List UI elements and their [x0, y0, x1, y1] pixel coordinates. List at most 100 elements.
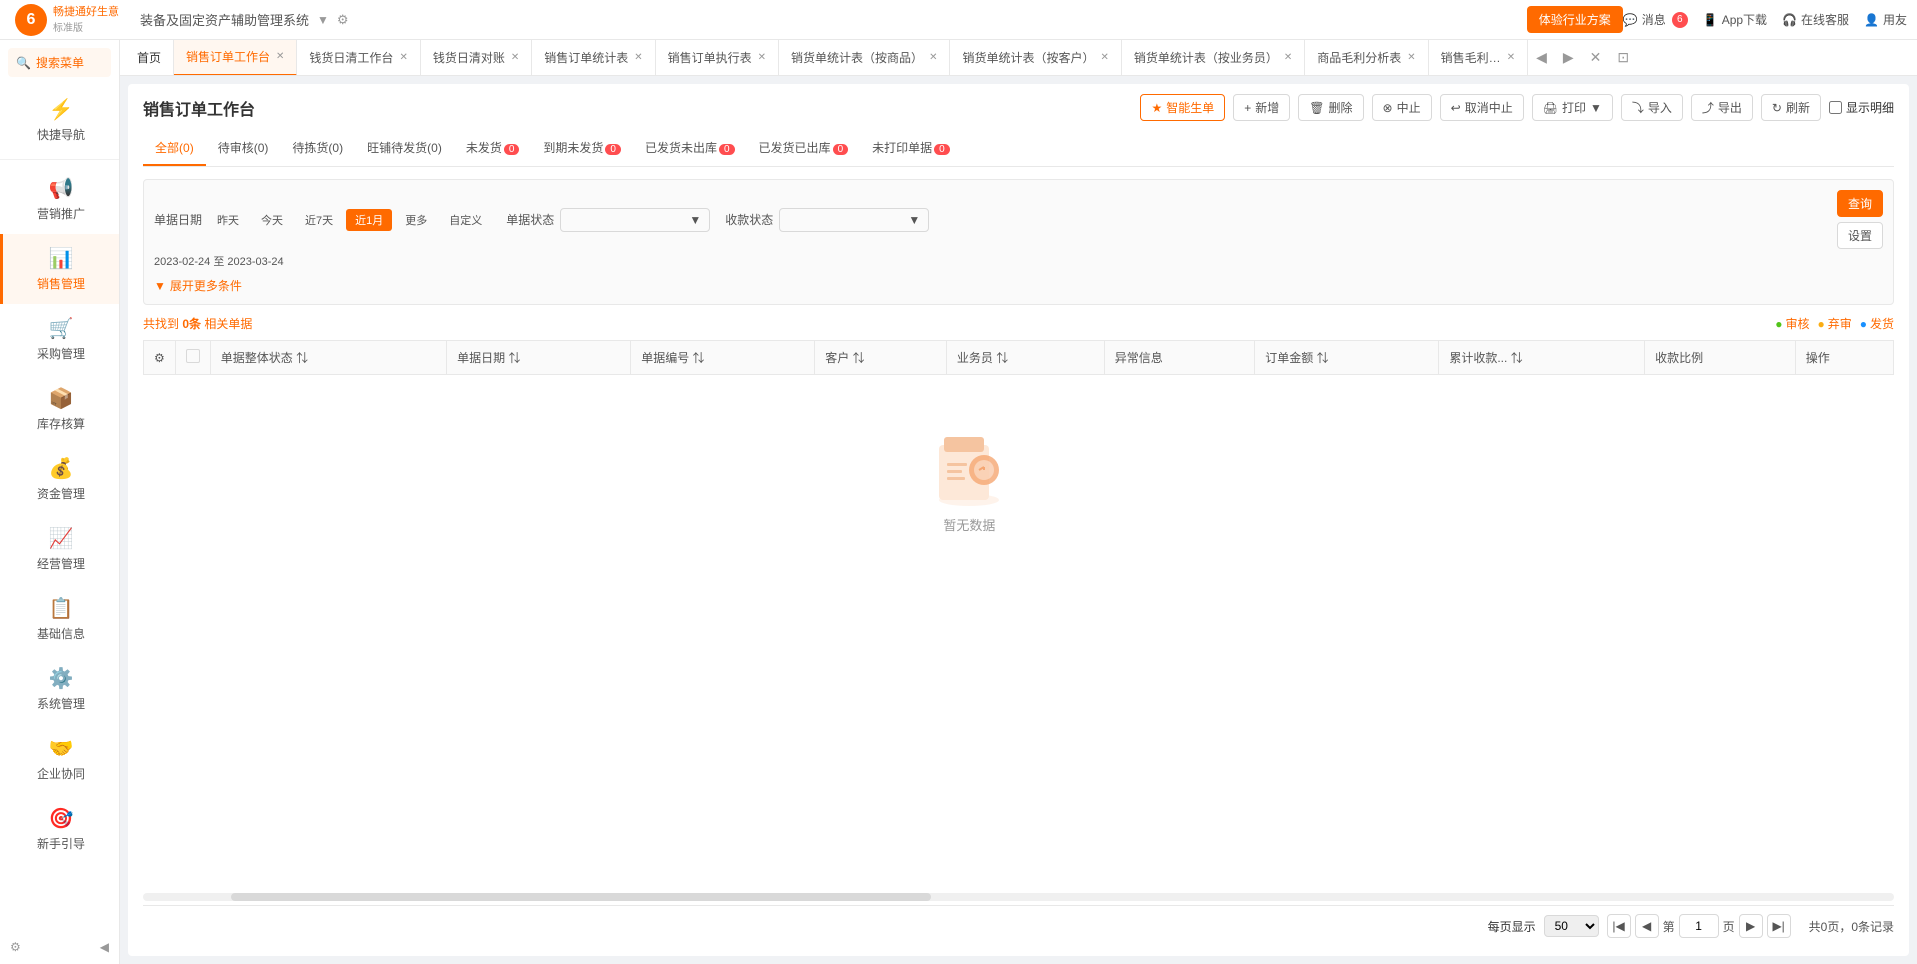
filter-tab-pending-audit[interactable]: 待审核(0) — [206, 131, 281, 166]
filter-tab-pending-pick[interactable]: 待拣货(0) — [280, 131, 355, 166]
tab-salesman-stat[interactable]: 销货单统计表（按业务员） ✕ — [1122, 40, 1305, 76]
sort-icon[interactable]: ⇅ — [996, 351, 1008, 365]
page-prev-btn[interactable]: ◀ — [1635, 914, 1659, 938]
tab-close-icon[interactable]: ✕ — [511, 52, 519, 63]
sidebar-item-marketing[interactable]: 📢 营销推广 — [0, 164, 119, 234]
sidebar-item-label: 系统管理 — [37, 695, 85, 712]
col-checkbox[interactable] — [175, 341, 210, 375]
payment-select[interactable]: ▼ — [779, 208, 929, 232]
tab-close-icon[interactable]: ✕ — [758, 52, 766, 63]
sidebar-item-finance[interactable]: 💰 资金管理 — [0, 444, 119, 514]
page-last-btn[interactable]: ▶| — [1767, 914, 1791, 938]
sidebar-item-business[interactable]: 📈 经营管理 — [0, 514, 119, 584]
stop-btn[interactable]: ⊗ 中止 — [1372, 94, 1432, 121]
experience-btn[interactable]: 体验行业方案 — [1527, 6, 1623, 33]
sort-icon[interactable]: ⇅ — [1317, 351, 1329, 365]
app-download-btn[interactable]: 📱 App下载 — [1703, 11, 1767, 28]
filter-tab-all[interactable]: 全部(0) — [143, 131, 206, 166]
title-dropdown-arrow[interactable]: ▼ — [317, 13, 329, 27]
tab-close-icon[interactable]: ✕ — [1407, 52, 1415, 63]
filter-tab-shipped-no-out[interactable]: 已发货未出库0 — [633, 131, 747, 166]
sort-icon[interactable]: ⇅ — [853, 351, 865, 365]
filter-tab-unshipped[interactable]: 未发货0 — [454, 131, 532, 166]
select-all-checkbox[interactable] — [186, 349, 200, 363]
settings-icon[interactable]: ⚙ — [337, 12, 349, 28]
tab-daily-reconcile[interactable]: 钱货日清对账 ✕ — [421, 40, 532, 76]
tab-sales-order[interactable]: 销售订单工作台 ✕ — [174, 40, 297, 76]
query-btn[interactable]: 查询 — [1837, 190, 1883, 217]
tab-sales-margin[interactable]: 销售毛利… ✕ — [1429, 40, 1528, 76]
date-btn-1month[interactable]: 近1月 — [346, 209, 392, 231]
message-btn[interactable]: 💬 消息 6 — [1623, 11, 1688, 28]
sort-icon[interactable]: ⇅ — [509, 351, 521, 365]
page-size-select[interactable]: 50 100 200 — [1544, 915, 1599, 937]
filter-tab-shop-pending[interactable]: 旺铺待发货(0) — [355, 131, 454, 166]
tab-close-icon[interactable]: ✕ — [1507, 52, 1515, 63]
tab-sales-stat[interactable]: 销售订单统计表 ✕ — [532, 40, 655, 76]
page-first-btn[interactable]: |◀ — [1607, 914, 1631, 938]
tab-daily-clear[interactable]: 钱货日清工作台 ✕ — [297, 40, 420, 76]
tab-goods-stat[interactable]: 销货单统计表（按商品） ✕ — [779, 40, 950, 76]
tab-home[interactable]: 首页 — [125, 40, 174, 76]
page-number-input[interactable] — [1679, 914, 1719, 938]
date-btn-yesterday[interactable]: 昨天 — [208, 209, 248, 231]
sidebar-item-system[interactable]: ⚙️ 系统管理 — [0, 654, 119, 724]
date-btn-more[interactable]: 更多 — [396, 209, 436, 231]
tab-close-icon[interactable]: ✕ — [1284, 52, 1292, 63]
refresh-btn[interactable]: ↻ 刷新 — [1761, 94, 1821, 121]
tab-close-icon[interactable]: ✕ — [929, 52, 937, 63]
tab-close-icon[interactable]: ✕ — [1100, 52, 1108, 63]
page-suffix: 页 — [1723, 918, 1735, 935]
import-btn[interactable]: ⤵ 导入 — [1621, 94, 1683, 121]
sidebar-item-sales[interactable]: 📊 销售管理 — [0, 234, 119, 304]
date-btn-custom[interactable]: 自定义 — [440, 209, 491, 231]
settings-filter-btn[interactable]: 设置 — [1837, 222, 1883, 249]
sidebar-item-inventory[interactable]: 📦 库存核算 — [0, 374, 119, 444]
smart-create-btn[interactable]: ★ 智能生单 — [1140, 94, 1225, 121]
tab-sales-exec[interactable]: 销售订单执行表 ✕ — [656, 40, 779, 76]
filter-tab-shipped-out[interactable]: 已发货已出库0 — [747, 131, 861, 166]
tab-close-icon[interactable]: ✕ — [399, 52, 407, 63]
user-btn[interactable]: 👤 用友 — [1864, 11, 1907, 28]
tab-close-all-btn[interactable]: ✕ — [1582, 49, 1610, 66]
page-next-btn[interactable]: ▶ — [1739, 914, 1763, 938]
filter-tab-overdue-unshipped[interactable]: 到期未发货0 — [531, 131, 633, 166]
status-select[interactable]: ▼ — [560, 208, 710, 232]
sidebar-item-enterprise[interactable]: 🤝 企业协同 — [0, 724, 119, 794]
sidebar-item-quick-nav[interactable]: ⚡ 快捷导航 — [0, 85, 119, 155]
sidebar-collapse-icon[interactable]: ◀ — [100, 940, 109, 954]
sidebar-item-purchase[interactable]: 🛒 采购管理 — [0, 304, 119, 374]
date-btn-today[interactable]: 今天 — [252, 209, 292, 231]
tab-customer-stat[interactable]: 销货单统计表（按客户） ✕ — [950, 40, 1121, 76]
search-menu-btn[interactable]: 🔍 搜索菜单 — [8, 48, 111, 77]
cancel-stop-btn[interactable]: ↩ 取消中止 — [1440, 94, 1524, 121]
print-btn[interactable]: 🖨 打印 ▼ — [1532, 94, 1613, 121]
sort-icon[interactable]: ⇅ — [296, 351, 308, 365]
show-detail-checkbox[interactable] — [1829, 101, 1842, 114]
audit-action-btn[interactable]: ● 审核 — [1775, 315, 1809, 332]
sidebar-item-newbie[interactable]: 🎯 新手引导 — [0, 794, 119, 864]
sort-icon[interactable]: ⇅ — [693, 351, 705, 365]
tab-fullscreen-btn[interactable]: ⊡ — [1609, 49, 1637, 66]
tab-margin-analysis[interactable]: 商品毛利分析表 ✕ — [1305, 40, 1428, 76]
tab-next-btn[interactable]: ▶ — [1555, 49, 1582, 66]
date-btn-7days[interactable]: 近7天 — [296, 209, 342, 231]
unaudit-action-btn[interactable]: ● 弃审 — [1817, 315, 1851, 332]
tab-prev-btn[interactable]: ◀ — [1528, 49, 1555, 66]
add-btn[interactable]: + 新增 — [1233, 94, 1290, 121]
show-detail-label[interactable]: 显示明细 — [1829, 99, 1894, 116]
expand-btn[interactable]: ▼ 展开更多条件 — [154, 277, 1883, 294]
scroll-area[interactable] — [143, 893, 1894, 901]
online-service-btn[interactable]: 🎧 在线客服 — [1782, 11, 1849, 28]
tab-close-icon[interactable]: ✕ — [276, 51, 284, 62]
sidebar-item-basic[interactable]: 📋 基础信息 — [0, 584, 119, 654]
delete-btn[interactable]: 🗑 删除 — [1298, 94, 1363, 121]
filter-tab-unprinted[interactable]: 未打印单据0 — [860, 131, 962, 166]
export-btn[interactable]: ⤴ 导出 — [1691, 94, 1753, 121]
ship-action-btn[interactable]: ● 发货 — [1860, 315, 1894, 332]
sort-icon[interactable]: ⇅ — [1511, 351, 1523, 365]
tab-close-icon[interactable]: ✕ — [634, 52, 642, 63]
scroll-thumb[interactable] — [231, 893, 931, 901]
col-settings[interactable]: ⚙ — [144, 341, 176, 375]
sidebar-settings-icon[interactable]: ⚙ — [10, 940, 21, 954]
